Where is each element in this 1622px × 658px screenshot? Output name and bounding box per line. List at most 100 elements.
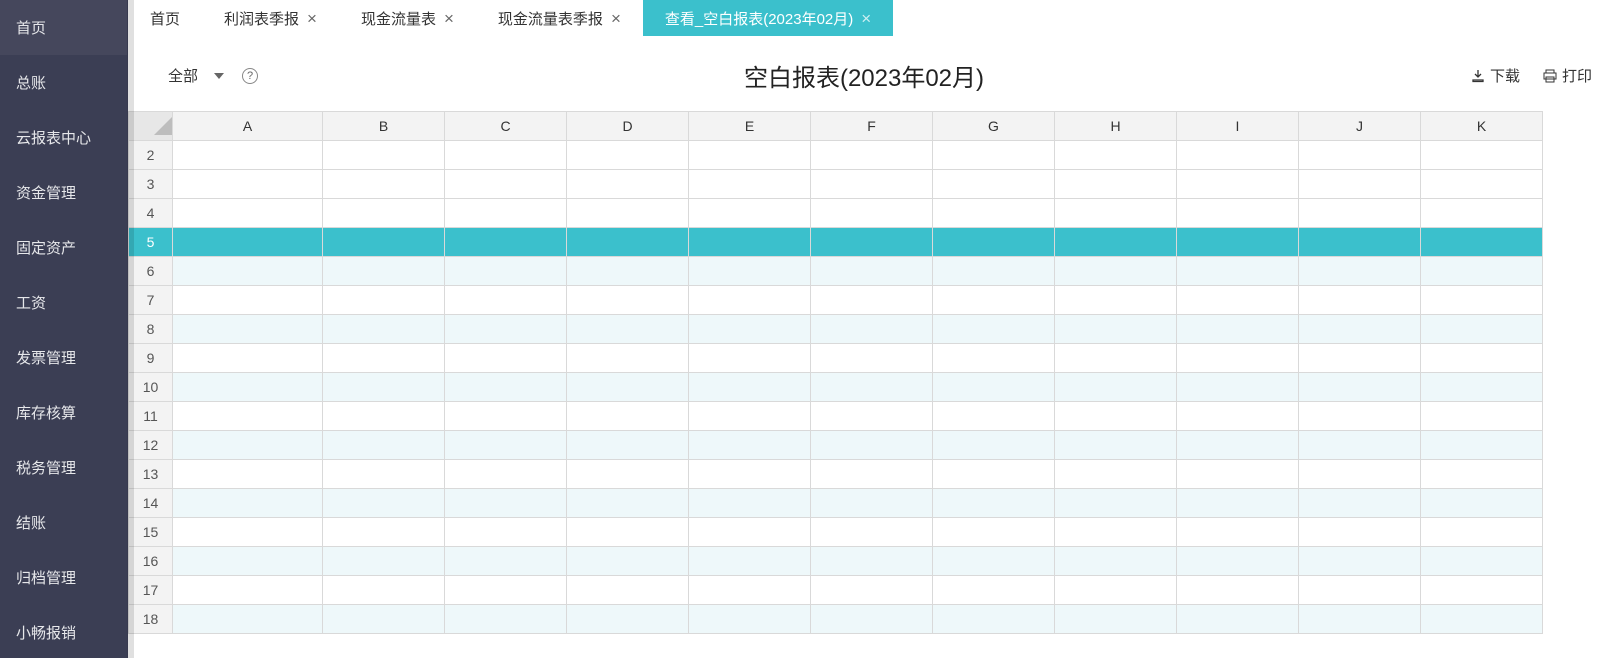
- cell-F15[interactable]: [811, 518, 933, 547]
- cell-I8[interactable]: [1177, 315, 1299, 344]
- cell-B16[interactable]: [323, 547, 445, 576]
- cell-E9[interactable]: [689, 344, 811, 373]
- cell-G5[interactable]: [933, 228, 1055, 257]
- cell-B6[interactable]: [323, 257, 445, 286]
- cell-J14[interactable]: [1299, 489, 1421, 518]
- cell-F10[interactable]: [811, 373, 933, 402]
- cell-F13[interactable]: [811, 460, 933, 489]
- cell-K18[interactable]: [1421, 605, 1543, 634]
- cell-H15[interactable]: [1055, 518, 1177, 547]
- cell-B11[interactable]: [323, 402, 445, 431]
- cell-E8[interactable]: [689, 315, 811, 344]
- cell-G6[interactable]: [933, 257, 1055, 286]
- column-header-J[interactable]: J: [1299, 112, 1421, 141]
- cell-H11[interactable]: [1055, 402, 1177, 431]
- cell-G18[interactable]: [933, 605, 1055, 634]
- cell-A18[interactable]: [173, 605, 323, 634]
- cell-A2[interactable]: [173, 141, 323, 170]
- cell-B8[interactable]: [323, 315, 445, 344]
- cell-J4[interactable]: [1299, 199, 1421, 228]
- cell-H17[interactable]: [1055, 576, 1177, 605]
- column-header-B[interactable]: B: [323, 112, 445, 141]
- sidebar-item-5[interactable]: 工资: [0, 275, 127, 330]
- row-header-15[interactable]: 15: [129, 518, 173, 547]
- cell-D16[interactable]: [567, 547, 689, 576]
- column-header-H[interactable]: H: [1055, 112, 1177, 141]
- cell-K5[interactable]: [1421, 228, 1543, 257]
- cell-G10[interactable]: [933, 373, 1055, 402]
- cell-D6[interactable]: [567, 257, 689, 286]
- cell-B7[interactable]: [323, 286, 445, 315]
- cell-E15[interactable]: [689, 518, 811, 547]
- cell-D3[interactable]: [567, 170, 689, 199]
- print-button[interactable]: 打印: [1542, 65, 1592, 86]
- cell-B18[interactable]: [323, 605, 445, 634]
- cell-B9[interactable]: [323, 344, 445, 373]
- row-header-10[interactable]: 10: [129, 373, 173, 402]
- cell-J6[interactable]: [1299, 257, 1421, 286]
- cell-C9[interactable]: [445, 344, 567, 373]
- cell-C16[interactable]: [445, 547, 567, 576]
- row-header-11[interactable]: 11: [129, 402, 173, 431]
- cell-H4[interactable]: [1055, 199, 1177, 228]
- cell-C6[interactable]: [445, 257, 567, 286]
- sidebar-item-3[interactable]: 资金管理: [0, 165, 127, 220]
- cell-D18[interactable]: [567, 605, 689, 634]
- cell-D15[interactable]: [567, 518, 689, 547]
- cell-K3[interactable]: [1421, 170, 1543, 199]
- row-header-13[interactable]: 13: [129, 460, 173, 489]
- cell-H14[interactable]: [1055, 489, 1177, 518]
- cell-I5[interactable]: [1177, 228, 1299, 257]
- cell-F3[interactable]: [811, 170, 933, 199]
- row-header-6[interactable]: 6: [129, 257, 173, 286]
- cell-E3[interactable]: [689, 170, 811, 199]
- cell-D7[interactable]: [567, 286, 689, 315]
- sidebar-item-0[interactable]: 首页: [0, 0, 127, 55]
- tab-0[interactable]: 首页: [128, 0, 202, 36]
- cell-J5[interactable]: [1299, 228, 1421, 257]
- cell-B12[interactable]: [323, 431, 445, 460]
- cell-B5[interactable]: [323, 228, 445, 257]
- sidebar-item-2[interactable]: 云报表中心: [0, 110, 127, 165]
- cell-H16[interactable]: [1055, 547, 1177, 576]
- close-icon[interactable]: ×: [444, 10, 454, 27]
- cell-A10[interactable]: [173, 373, 323, 402]
- cell-D12[interactable]: [567, 431, 689, 460]
- cell-A11[interactable]: [173, 402, 323, 431]
- cell-A13[interactable]: [173, 460, 323, 489]
- cell-I16[interactable]: [1177, 547, 1299, 576]
- cell-E18[interactable]: [689, 605, 811, 634]
- cell-A12[interactable]: [173, 431, 323, 460]
- column-header-C[interactable]: C: [445, 112, 567, 141]
- cell-J7[interactable]: [1299, 286, 1421, 315]
- cell-F17[interactable]: [811, 576, 933, 605]
- cell-K4[interactable]: [1421, 199, 1543, 228]
- cell-E2[interactable]: [689, 141, 811, 170]
- cell-D13[interactable]: [567, 460, 689, 489]
- cell-K11[interactable]: [1421, 402, 1543, 431]
- cell-I7[interactable]: [1177, 286, 1299, 315]
- tab-2[interactable]: 现金流量表×: [339, 0, 476, 36]
- row-header-4[interactable]: 4: [129, 199, 173, 228]
- cell-B17[interactable]: [323, 576, 445, 605]
- cell-E4[interactable]: [689, 199, 811, 228]
- cell-D14[interactable]: [567, 489, 689, 518]
- cell-A17[interactable]: [173, 576, 323, 605]
- row-header-18[interactable]: 18: [129, 605, 173, 634]
- row-header-14[interactable]: 14: [129, 489, 173, 518]
- cell-A5[interactable]: [173, 228, 323, 257]
- cell-H7[interactable]: [1055, 286, 1177, 315]
- cell-G2[interactable]: [933, 141, 1055, 170]
- cell-G9[interactable]: [933, 344, 1055, 373]
- cell-G14[interactable]: [933, 489, 1055, 518]
- sidebar-item-7[interactable]: 库存核算: [0, 385, 127, 440]
- cell-C18[interactable]: [445, 605, 567, 634]
- cell-K13[interactable]: [1421, 460, 1543, 489]
- cell-G8[interactable]: [933, 315, 1055, 344]
- tab-4[interactable]: 查看_空白报表(2023年02月)×: [643, 0, 893, 36]
- cell-C5[interactable]: [445, 228, 567, 257]
- cell-H5[interactable]: [1055, 228, 1177, 257]
- cell-J11[interactable]: [1299, 402, 1421, 431]
- cell-I12[interactable]: [1177, 431, 1299, 460]
- cell-B14[interactable]: [323, 489, 445, 518]
